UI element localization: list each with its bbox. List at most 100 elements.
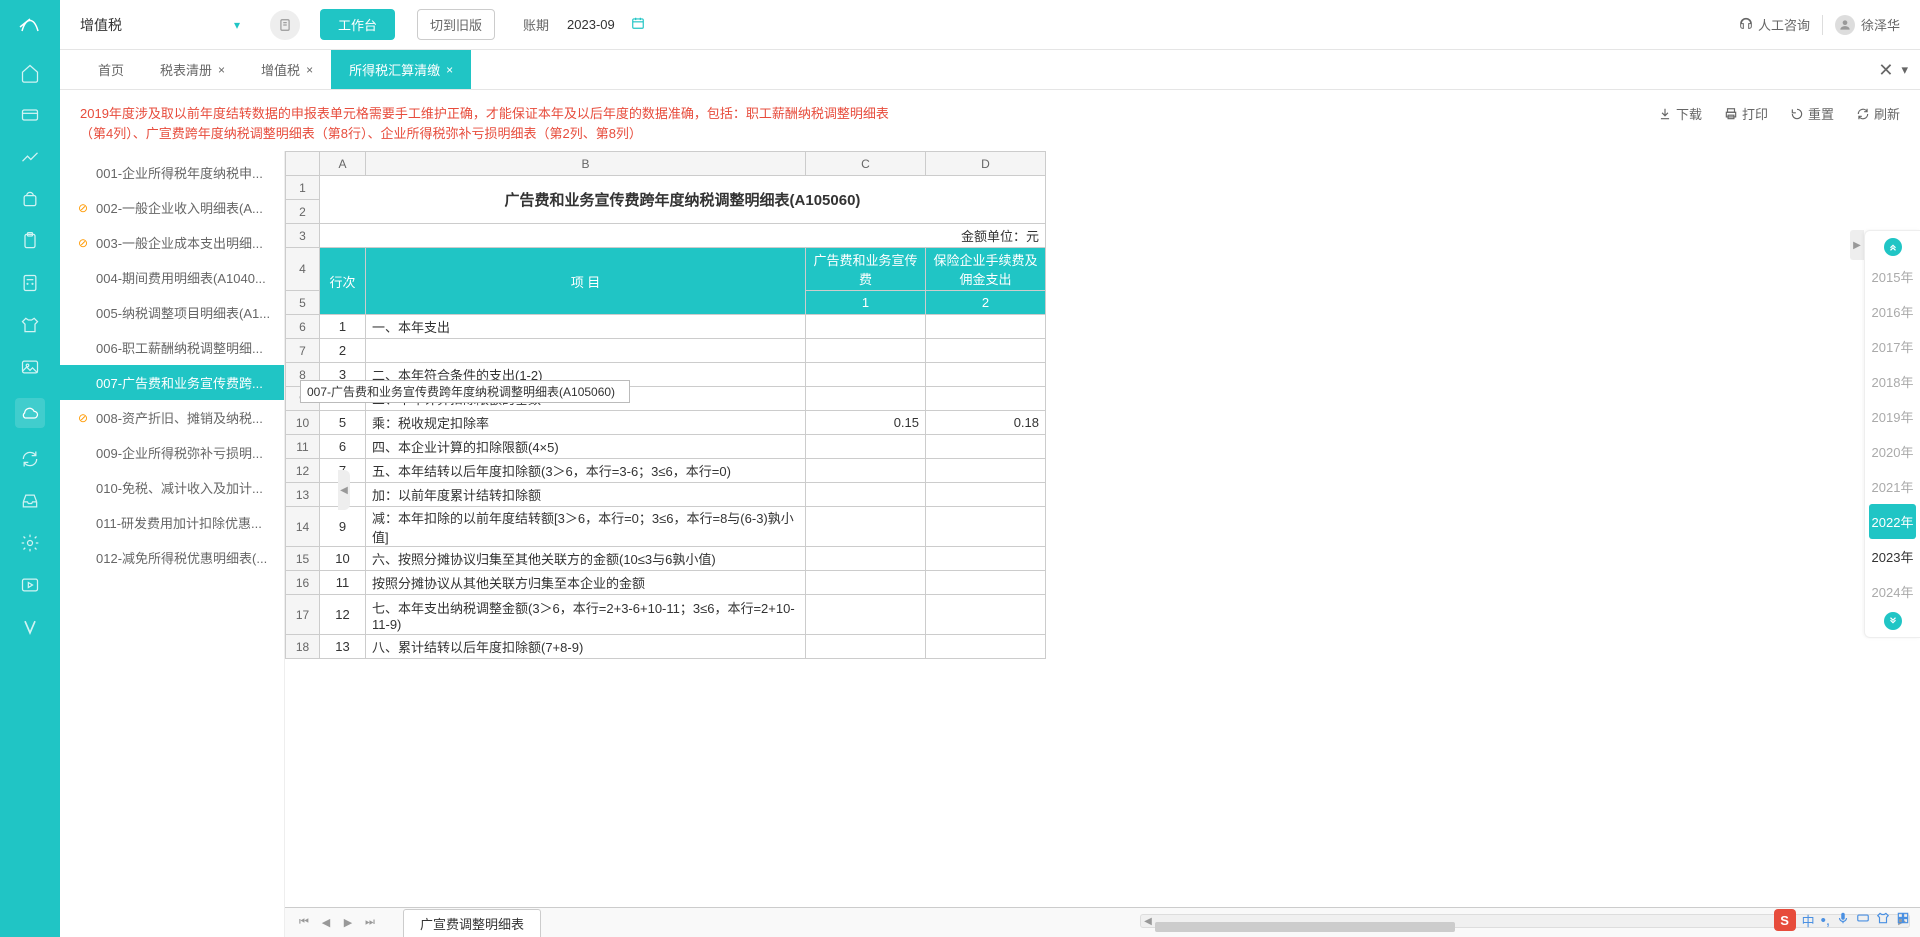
cell-d[interactable] xyxy=(926,595,1046,635)
row-item[interactable]: 按照分摊协议从其他关联方归集至本企业的金额 xyxy=(366,571,806,595)
cell-c[interactable] xyxy=(806,483,926,507)
cell-c[interactable] xyxy=(806,459,926,483)
tab-close-icon[interactable]: × xyxy=(218,63,225,77)
form-item-11[interactable]: 012-减免所得税优惠明细表(... xyxy=(60,540,284,575)
row-index[interactable]: 10 xyxy=(320,547,366,571)
cell-c[interactable] xyxy=(806,339,926,363)
year-item[interactable]: 2017年 xyxy=(1865,329,1920,364)
collapse-sidebar-handle[interactable]: ◀ xyxy=(338,470,350,510)
cell-d[interactable] xyxy=(926,635,1046,659)
row-item[interactable]: 加：以前年度累计结转扣除额 xyxy=(366,483,806,507)
cell-c[interactable] xyxy=(806,363,926,387)
form-item-3[interactable]: 004-期间费用明细表(A1040... xyxy=(60,260,284,295)
row-num[interactable]: 10 xyxy=(286,411,320,435)
expand-year-handle[interactable]: ▶ xyxy=(1850,230,1864,260)
rail-v-icon[interactable] xyxy=(19,616,41,638)
row-index[interactable]: 6 xyxy=(320,435,366,459)
rail-refresh-icon[interactable] xyxy=(19,448,41,470)
row-num[interactable]: 15 xyxy=(286,547,320,571)
cell-d[interactable] xyxy=(926,459,1046,483)
year-item[interactable]: 2015年 xyxy=(1865,259,1920,294)
row-num[interactable]: 3 xyxy=(286,224,320,248)
tab-menu-icon[interactable]: ▾ xyxy=(1901,62,1908,78)
form-item-7[interactable]: ⊘008-资产折旧、摊销及纳税... xyxy=(60,400,284,435)
sheet-nav-prev[interactable]: ◀ xyxy=(317,914,335,932)
ime-logo-icon[interactable]: S xyxy=(1774,909,1796,931)
cell-d[interactable] xyxy=(926,339,1046,363)
row-index[interactable]: 12 xyxy=(320,595,366,635)
row-num[interactable]: 13 xyxy=(286,483,320,507)
row-index[interactable]: 11 xyxy=(320,571,366,595)
year-scroll-down[interactable] xyxy=(1865,609,1920,633)
rail-cloud-icon[interactable] xyxy=(15,398,45,428)
form-item-5[interactable]: 006-职工薪酬纳税调整明细... xyxy=(60,330,284,365)
row-num[interactable]: 18 xyxy=(286,635,320,659)
period-value[interactable]: 2023-09 xyxy=(567,17,615,32)
row-item[interactable]: 六、按照分摊协议归集至其他关联方的金额(10≤3与6孰小值) xyxy=(366,547,806,571)
cell-d[interactable] xyxy=(926,315,1046,339)
corner-cell[interactable] xyxy=(286,152,320,176)
row-item[interactable]: 四、本企业计算的扣除限额(4×5) xyxy=(366,435,806,459)
cell-d[interactable] xyxy=(926,547,1046,571)
row-index[interactable]: 9 xyxy=(320,507,366,547)
year-item[interactable]: 2023年 xyxy=(1865,539,1920,574)
col-header-B[interactable]: B xyxy=(366,152,806,176)
row-index[interactable]: 1 xyxy=(320,315,366,339)
form-item-4[interactable]: 005-纳税调整项目明细表(A1... xyxy=(60,295,284,330)
row-index[interactable]: 5 xyxy=(320,411,366,435)
form-item-0[interactable]: 001-企业所得税年度纳税申... xyxy=(60,155,284,190)
cell-c[interactable] xyxy=(806,387,926,411)
form-item-2[interactable]: ⊘003-一般企业成本支出明细... xyxy=(60,225,284,260)
row-num[interactable]: 7 xyxy=(286,339,320,363)
workbench-button[interactable]: 工作台 xyxy=(320,9,395,40)
cell-c[interactable] xyxy=(806,435,926,459)
ime-tool-icon[interactable] xyxy=(1896,911,1910,929)
row-item[interactable]: 八、累计结转以后年度扣除额(7+8-9) xyxy=(366,635,806,659)
cell-c[interactable] xyxy=(806,571,926,595)
cell-c[interactable] xyxy=(806,547,926,571)
form-item-6[interactable]: 007-广告费和业务宣传费跨... xyxy=(60,365,284,400)
cell-d[interactable] xyxy=(926,483,1046,507)
app-logo[interactable] xyxy=(0,0,60,50)
hscroll-left-icon[interactable]: ◀ xyxy=(1141,914,1155,928)
rail-home-icon[interactable] xyxy=(19,62,41,84)
cell-c[interactable] xyxy=(806,595,926,635)
tab-0[interactable]: 首页 xyxy=(80,50,142,89)
year-item[interactable]: 2019年 xyxy=(1865,399,1920,434)
sheet-nav-next[interactable]: ▶ xyxy=(339,914,357,932)
cell-c[interactable]: 0.15 xyxy=(806,411,926,435)
hscroll-thumb[interactable] xyxy=(1155,922,1455,932)
ime-punct-icon[interactable]: •, xyxy=(1821,912,1830,929)
year-item[interactable]: 2024年 xyxy=(1865,574,1920,609)
reset-button[interactable]: 重置 xyxy=(1790,104,1834,123)
doc-icon-button[interactable] xyxy=(270,10,300,40)
sheet-nav-last[interactable]: ⏭ xyxy=(361,914,379,932)
row-item[interactable]: 五、本年结转以后年度扣除额(3＞6，本行=3-6；3≤6，本行=0) xyxy=(366,459,806,483)
year-item[interactable]: 2016年 xyxy=(1865,294,1920,329)
cell-c[interactable] xyxy=(806,507,926,547)
row-num[interactable]: 2 xyxy=(286,200,320,224)
cell-c[interactable] xyxy=(806,315,926,339)
form-item-10[interactable]: 011-研发费用加计扣除优惠... xyxy=(60,505,284,540)
rail-shirt-icon[interactable] xyxy=(19,314,41,336)
cell-d[interactable] xyxy=(926,363,1046,387)
tab-2[interactable]: 增值税× xyxy=(243,50,331,89)
user-menu[interactable]: 徐泽华 xyxy=(1835,15,1900,35)
rail-inbox-icon[interactable] xyxy=(19,490,41,512)
form-item-1[interactable]: ⊘002-一般企业收入明细表(A... xyxy=(60,190,284,225)
row-item[interactable]: 减：本年扣除的以前年度结转额[3＞6，本行=0；3≤6，本行=8与(6-3)孰小… xyxy=(366,507,806,547)
year-item[interactable]: 2020年 xyxy=(1865,434,1920,469)
rail-image-icon[interactable] xyxy=(19,356,41,378)
row-num[interactable]: 12 xyxy=(286,459,320,483)
row-index[interactable]: 2 xyxy=(320,339,366,363)
cell-c[interactable] xyxy=(806,635,926,659)
row-num[interactable]: 1 xyxy=(286,176,320,200)
ime-mic-icon[interactable] xyxy=(1836,911,1850,929)
cell-d[interactable]: 0.18 xyxy=(926,411,1046,435)
rail-gear-icon[interactable] xyxy=(19,532,41,554)
col-header-D[interactable]: D xyxy=(926,152,1046,176)
tab-close-icon[interactable]: × xyxy=(306,63,313,77)
row-num[interactable]: 6 xyxy=(286,315,320,339)
year-item[interactable]: 2022年 xyxy=(1869,504,1916,539)
print-button[interactable]: 打印 xyxy=(1724,104,1768,123)
